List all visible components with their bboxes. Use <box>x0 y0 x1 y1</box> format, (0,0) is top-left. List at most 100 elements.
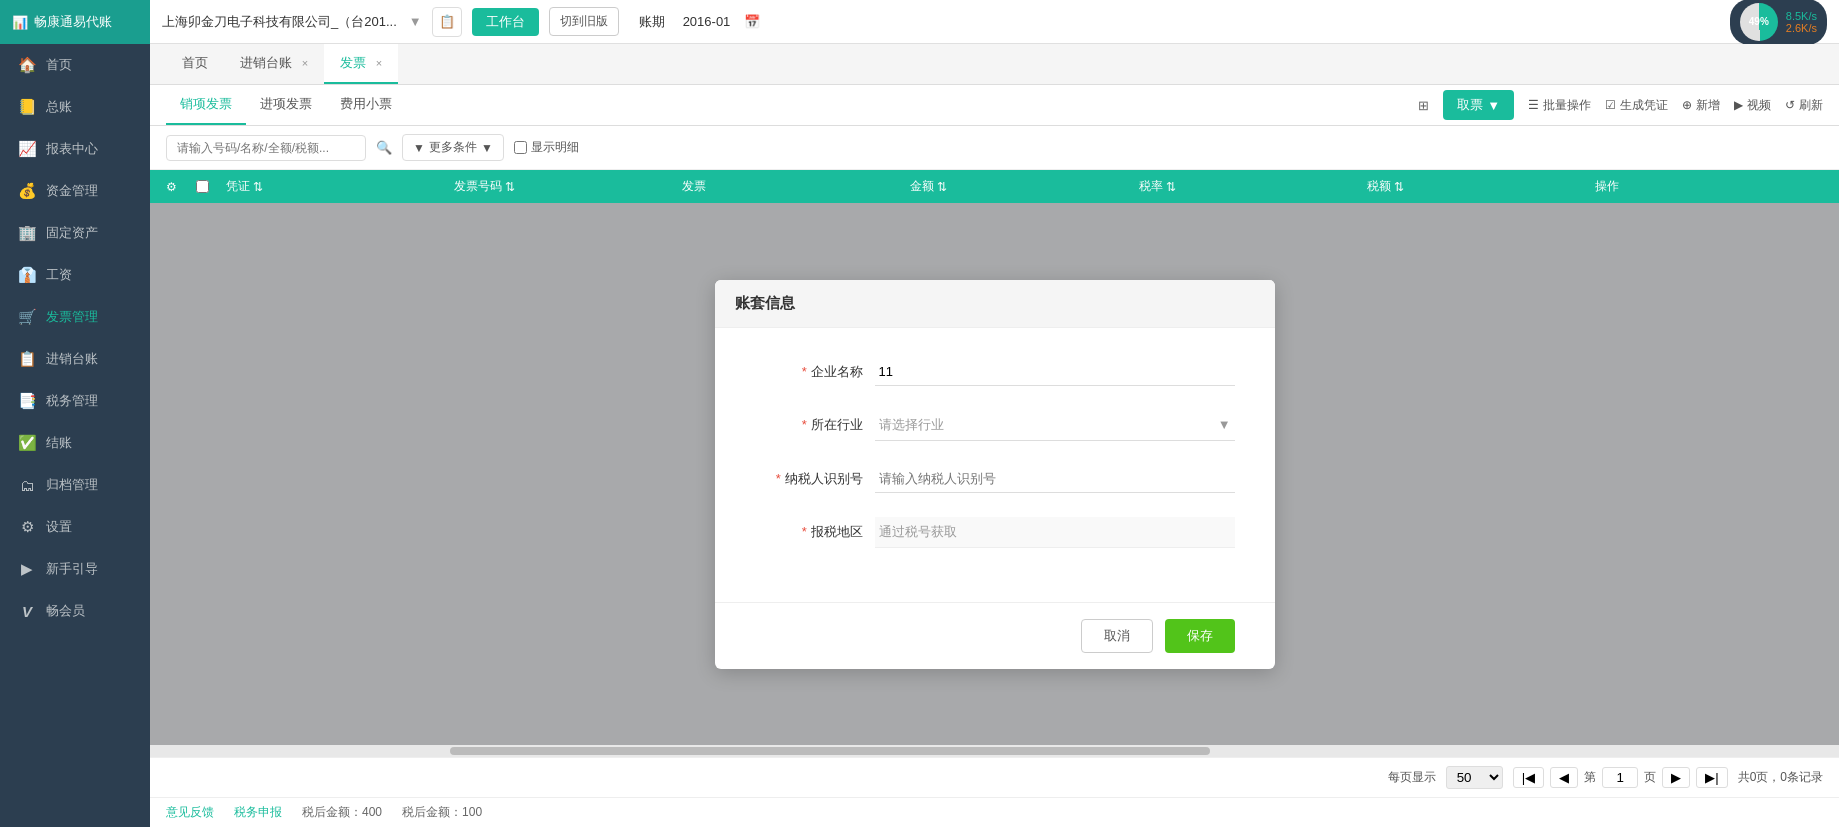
sidebar-item-finance[interactable]: 💰 资金管理 <box>0 170 150 212</box>
guide-icon: ▶ <box>18 560 36 578</box>
save-button[interactable]: 保存 <box>1165 619 1235 653</box>
sidebar-item-label: 总账 <box>46 98 72 116</box>
next-page-button[interactable]: ▶ <box>1662 767 1690 788</box>
company-name: 上海卯金刀电子科技有限公司_（台201... <box>162 13 397 31</box>
speed-down: 2.6K/s <box>1786 22 1817 34</box>
footer-pagination: 每页显示 50 100 |◀ ◀ 第 页 ▶ ▶| 共0页，0条记录 <box>150 757 1839 797</box>
salary-icon: 👔 <box>18 266 36 284</box>
speed-values: 8.5K/s 2.6K/s <box>1786 10 1817 34</box>
company-name-row: * 企业名称 <box>755 358 1235 386</box>
close-sales-ledger-icon[interactable]: × <box>302 57 308 69</box>
company-name-input[interactable] <box>875 358 1235 386</box>
settings-icon: ⚙ <box>18 518 36 536</box>
header-amount[interactable]: 金额 ⇅ <box>910 178 1138 195</box>
tax-region-readonly: 通过税号获取 <box>875 517 1235 548</box>
company-dropdown-icon[interactable]: ▼ <box>409 14 422 29</box>
cancel-button[interactable]: 取消 <box>1081 619 1153 653</box>
first-page-button[interactable]: |◀ <box>1513 767 1544 788</box>
header-tax-amount[interactable]: 税额 ⇅ <box>1367 178 1595 195</box>
sidebar-item-reports[interactable]: 📈 报表中心 <box>0 128 150 170</box>
header-checkbox[interactable] <box>196 180 226 193</box>
show-detail-checkbox[interactable] <box>514 141 527 154</box>
sort-icon: ⇅ <box>505 180 515 194</box>
sidebar-item-sales-ledger[interactable]: 📋 进销台账 <box>0 338 150 380</box>
tab-sales-ledger[interactable]: 进销台账 × <box>224 44 324 84</box>
video-button[interactable]: ▶ 视频 <box>1734 97 1771 114</box>
filter-button[interactable]: ▼ 更多条件 ▼ <box>402 134 504 161</box>
video-icon: ▶ <box>1734 98 1743 112</box>
calendar-icon[interactable]: 📅 <box>744 14 760 29</box>
industry-select[interactable]: 请选择行业 ▼ <box>875 410 1235 441</box>
old-version-button[interactable]: 切到旧版 <box>549 7 619 36</box>
percent-circle: 49% <box>1740 3 1778 41</box>
total-info: 共0页，0条记录 <box>1738 769 1823 786</box>
sort-icon: ⇅ <box>1394 180 1404 194</box>
prev-page-button[interactable]: ◀ <box>1550 767 1578 788</box>
show-detail-label: 显示明细 <box>531 139 579 156</box>
tax-id-row: * 纳税人识别号 <box>755 465 1235 493</box>
sidebar-item-label: 畅会员 <box>46 602 85 620</box>
tax-declare-link[interactable]: 税务申报 <box>234 804 282 821</box>
sub-tab-actions: ⊞ 取票 ▼ ☰ 批量操作 ☑ 生成凭证 ⊕ 新增 ▶ <box>1418 90 1823 120</box>
header-voucher[interactable]: 凭证 ⇅ <box>226 178 454 195</box>
select-all-checkbox[interactable] <box>196 180 209 193</box>
workbench-button[interactable]: 工作台 <box>472 8 539 36</box>
pagination: |◀ ◀ 第 页 ▶ ▶| <box>1513 767 1728 788</box>
sort-icon: ⇅ <box>253 180 263 194</box>
sort-icon: ⇅ <box>937 180 947 194</box>
sidebar-item-ledger[interactable]: 📒 总账 <box>0 86 150 128</box>
sidebar-item-checkout[interactable]: ✅ 结账 <box>0 422 150 464</box>
sub-tab-purchase[interactable]: 进项发票 <box>246 85 326 125</box>
tax-region-label: * 报税地区 <box>755 523 875 541</box>
sub-tab-expense[interactable]: 费用小票 <box>326 85 406 125</box>
tax-id-input[interactable] <box>875 465 1235 493</box>
sidebar-item-guide[interactable]: ▶ 新手引导 <box>0 548 150 590</box>
sidebar-item-label: 设置 <box>46 518 72 536</box>
member-icon: V <box>18 603 36 620</box>
page-input[interactable] <box>1602 767 1638 788</box>
close-invoices-icon[interactable]: × <box>376 57 382 69</box>
main-content: 上海卯金刀电子科技有限公司_（台201... ▼ 📋 工作台 切到旧版 账期 2… <box>150 0 1839 827</box>
sidebar-item-assets[interactable]: 🏢 固定资产 <box>0 212 150 254</box>
refresh-button[interactable]: ↺ 刷新 <box>1785 97 1823 114</box>
nav-tabs: 首页 进销台账 × 发票 × <box>150 44 1839 85</box>
sidebar-item-invoices[interactable]: 🛒 发票管理 <box>0 296 150 338</box>
scrollbar-thumb[interactable] <box>450 747 1210 755</box>
batch-op-icon: ☰ <box>1528 98 1539 112</box>
sidebar-item-member[interactable]: V 畅会员 <box>0 590 150 632</box>
tab-invoices[interactable]: 发票 × <box>324 44 398 84</box>
sidebar-item-salary[interactable]: 👔 工资 <box>0 254 150 296</box>
assets-icon: 🏢 <box>18 224 36 242</box>
feedback-link[interactable]: 意见反馈 <box>166 804 214 821</box>
industry-label: * 所在行业 <box>755 416 875 434</box>
finance-icon: 💰 <box>18 182 36 200</box>
header-invoice-type[interactable]: 发票 <box>682 178 910 195</box>
tab-home[interactable]: 首页 <box>166 44 224 84</box>
last-page-button[interactable]: ▶| <box>1696 767 1727 788</box>
new-button[interactable]: ⊕ 新增 <box>1682 97 1720 114</box>
grid-view-button[interactable]: ⊞ <box>1418 98 1429 113</box>
sidebar-item-home[interactable]: 🏠 首页 <box>0 44 150 86</box>
page-prefix: 第 <box>1584 769 1596 786</box>
sort-icon: ⇅ <box>1166 180 1176 194</box>
industry-row: * 所在行业 请选择行业 ▼ <box>755 410 1235 441</box>
header-tax-rate[interactable]: 税率 ⇅ <box>1139 178 1367 195</box>
take-invoice-button[interactable]: 取票 ▼ <box>1443 90 1514 120</box>
horizontal-scrollbar[interactable] <box>150 745 1839 757</box>
sub-tab-sales[interactable]: 销项发票 <box>166 85 246 125</box>
per-page-select[interactable]: 50 100 <box>1446 766 1503 789</box>
search-icon[interactable]: 🔍 <box>376 140 392 155</box>
header-invoice-number[interactable]: 发票号码 ⇅ <box>454 178 682 195</box>
sidebar-item-settings[interactable]: ⚙ 设置 <box>0 506 150 548</box>
speed-indicator: 49% 8.5K/s 2.6K/s <box>1730 0 1827 45</box>
search-input[interactable] <box>166 135 366 161</box>
header-settings[interactable]: ⚙ <box>166 180 196 194</box>
batch-op-button[interactable]: ☰ 批量操作 <box>1528 97 1591 114</box>
copy-button[interactable]: 📋 <box>432 7 462 37</box>
sidebar-item-label: 归档管理 <box>46 476 98 494</box>
table-header: ⚙ 凭证 ⇅ 发票号码 ⇅ 发票 金额 ⇅ 税率 ⇅ <box>150 170 1839 203</box>
sidebar-item-archive[interactable]: 🗂 归档管理 <box>0 464 150 506</box>
sidebar-item-label: 首页 <box>46 56 72 74</box>
sidebar-item-tax[interactable]: 📑 税务管理 <box>0 380 150 422</box>
generate-voucher-button[interactable]: ☑ 生成凭证 <box>1605 97 1668 114</box>
